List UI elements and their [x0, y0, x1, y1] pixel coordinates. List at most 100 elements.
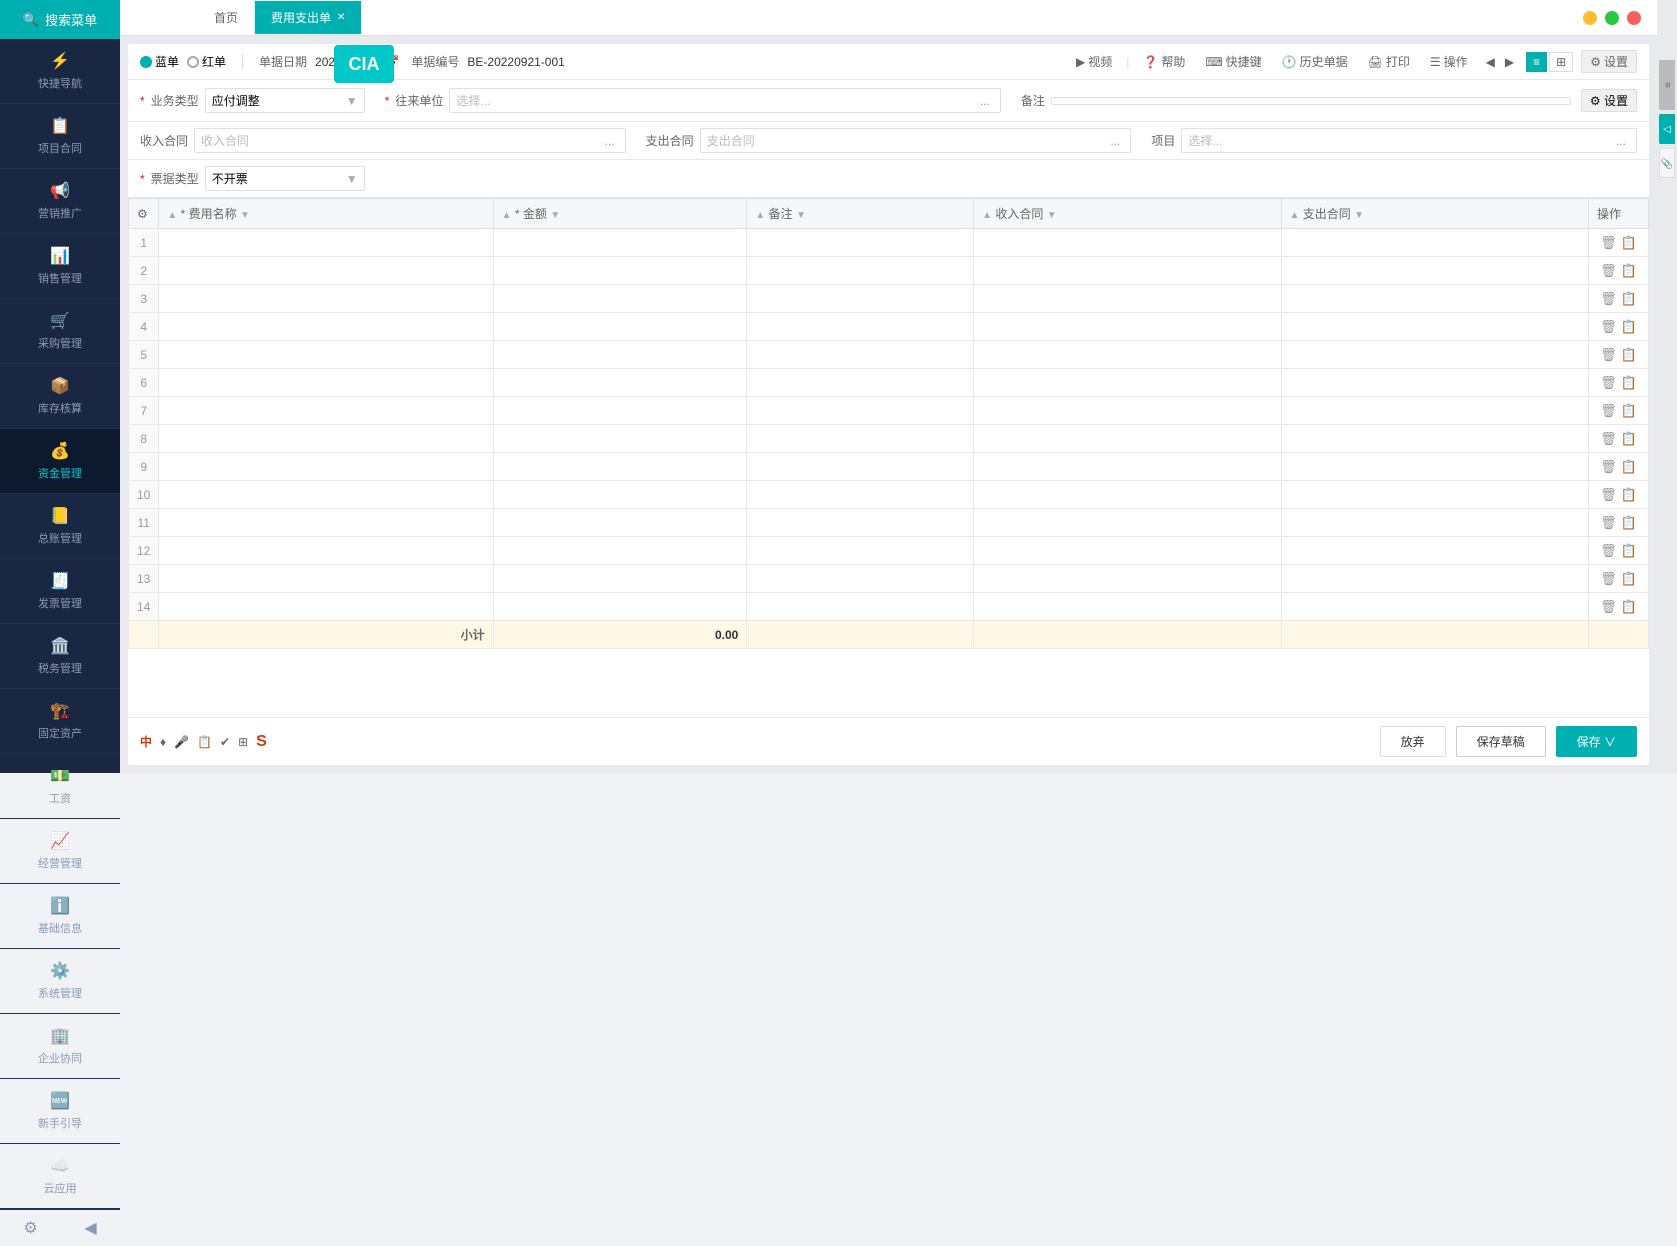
expense-name-cell[interactable] — [159, 593, 493, 621]
discard-button[interactable]: 放弃 — [1380, 726, 1446, 757]
expense-name-cell[interactable] — [159, 565, 493, 593]
copy-row-icon[interactable]: 📋 — [1621, 515, 1637, 531]
expense-name-cell[interactable] — [159, 481, 493, 509]
tool-zhong[interactable]: 中 — [140, 733, 152, 750]
expense-contract-cell[interactable] — [1281, 397, 1588, 425]
income-contract-cell[interactable] — [974, 593, 1281, 621]
amount-cell[interactable] — [493, 537, 747, 565]
sort-down-icon3[interactable]: ▼ — [796, 210, 806, 221]
copy-row-icon[interactable]: 📋 — [1621, 235, 1637, 251]
sidebar-item-procurement[interactable]: 🛒 采购管理 — [0, 299, 120, 364]
amount-cell[interactable] — [493, 341, 747, 369]
expense-contract-cell[interactable] — [1281, 593, 1588, 621]
expense-contract-cell[interactable] — [1281, 285, 1588, 313]
amount-cell[interactable] — [493, 481, 747, 509]
copy-row-icon[interactable]: 📋 — [1621, 543, 1637, 559]
sort-up-icon4[interactable]: ▲ — [982, 210, 992, 221]
close-button[interactable] — [1627, 11, 1641, 25]
maximize-button[interactable] — [1605, 11, 1619, 25]
sort-up-icon[interactable]: ▲ — [167, 210, 177, 221]
sort-down-icon2[interactable]: ▼ — [550, 210, 560, 221]
expense-name-cell[interactable] — [159, 537, 493, 565]
copy-row-icon[interactable]: 📋 — [1621, 459, 1637, 475]
amount-cell[interactable] — [493, 229, 747, 257]
operations-action[interactable]: ☰ 操作 — [1424, 51, 1474, 72]
remark-cell[interactable] — [747, 537, 974, 565]
right-panel-tab2[interactable]: ◁ — [1659, 114, 1675, 144]
income-contract-cell[interactable] — [974, 537, 1281, 565]
delete-icon[interactable]: 🗑 — [1600, 599, 1617, 615]
sidebar-item-new-guide[interactable]: 🆕 新手引导 — [0, 1079, 120, 1144]
expense-contract-cell[interactable] — [1281, 481, 1588, 509]
project-ellipsis[interactable]: ... — [1612, 134, 1630, 148]
amount-cell[interactable] — [493, 369, 747, 397]
tool-copy[interactable]: 📋 — [197, 735, 212, 749]
income-contract-cell[interactable] — [974, 369, 1281, 397]
tab-home[interactable]: 首页 — [198, 1, 255, 34]
business-type-select[interactable]: 应付调整 ▼ — [205, 88, 365, 113]
help-action[interactable]: ❓ 帮助 — [1137, 51, 1191, 72]
tool-mic[interactable]: 🎤 — [174, 735, 189, 749]
copy-row-icon[interactable]: 📋 — [1621, 263, 1637, 279]
amount-cell[interactable] — [493, 453, 747, 481]
partner-ellipsis[interactable]: ... — [976, 94, 994, 108]
shortcuts-action[interactable]: ⌨ 快捷键 — [1199, 51, 1267, 72]
expense-name-cell[interactable] — [159, 397, 493, 425]
remark-cell[interactable] — [747, 341, 974, 369]
remark-cell[interactable] — [747, 453, 974, 481]
expense-ellipsis[interactable]: ... — [1106, 134, 1124, 148]
expense-name-cell[interactable] — [159, 453, 493, 481]
expense-contract-cell[interactable] — [1281, 565, 1588, 593]
expense-contract-cell[interactable] — [1281, 509, 1588, 537]
delete-icon[interactable]: 🗑 — [1600, 375, 1617, 391]
copy-row-icon[interactable]: 📋 — [1621, 599, 1637, 615]
delete-icon[interactable]: 🗑 — [1600, 403, 1617, 419]
remark-cell[interactable] — [747, 397, 974, 425]
expense-contract-input[interactable]: 支出合同 ... — [700, 128, 1132, 153]
delete-icon[interactable]: 🗑 — [1600, 543, 1617, 559]
delete-icon[interactable]: 🗑 — [1600, 263, 1617, 279]
sidebar-item-project-contract[interactable]: 📋 项目合同 — [0, 104, 120, 169]
income-contract-cell[interactable] — [974, 285, 1281, 313]
sort-down-icon5[interactable]: ▼ — [1354, 210, 1364, 221]
income-contract-cell[interactable] — [974, 565, 1281, 593]
radio-blue-label[interactable]: 蓝单 — [140, 53, 179, 70]
history-action[interactable]: 🕐 历史单据 — [1276, 51, 1354, 72]
income-contract-cell[interactable] — [974, 341, 1281, 369]
income-contract-cell[interactable] — [974, 509, 1281, 537]
expense-name-cell[interactable] — [159, 257, 493, 285]
delete-icon[interactable]: 🗑 — [1600, 487, 1617, 503]
remark-cell[interactable] — [747, 285, 974, 313]
expense-name-cell[interactable] — [159, 369, 493, 397]
expense-contract-cell[interactable] — [1281, 425, 1588, 453]
remark-cell[interactable] — [747, 369, 974, 397]
amount-cell[interactable] — [493, 425, 747, 453]
nav-next-icon[interactable]: ▶ — [1501, 53, 1518, 71]
copy-row-icon[interactable]: 📋 — [1621, 403, 1637, 419]
copy-row-icon[interactable]: 📋 — [1621, 487, 1637, 503]
sidebar-item-cloud[interactable]: ☁️ 云应用 — [0, 1144, 120, 1209]
expense-name-cell[interactable] — [159, 313, 493, 341]
income-contract-cell[interactable] — [974, 257, 1281, 285]
sidebar-item-tax[interactable]: 🏛️ 税务管理 — [0, 624, 120, 689]
remark-settings[interactable]: ⚙ 设置 — [1581, 89, 1637, 112]
expense-contract-cell[interactable] — [1281, 313, 1588, 341]
income-contract-cell[interactable] — [974, 397, 1281, 425]
income-contract-cell[interactable] — [974, 453, 1281, 481]
income-contract-cell[interactable] — [974, 313, 1281, 341]
delete-icon[interactable]: 🗑 — [1600, 235, 1617, 251]
delete-icon[interactable]: 🗑 — [1600, 319, 1617, 335]
expense-contract-cell[interactable] — [1281, 341, 1588, 369]
project-input[interactable]: 选择... ... — [1181, 128, 1637, 153]
sidebar-item-inventory[interactable]: 📦 库存核算 — [0, 364, 120, 429]
expense-name-cell[interactable] — [159, 229, 493, 257]
settings-bottom-icon[interactable]: ⚙ — [23, 1218, 37, 1238]
sidebar-search[interactable]: 🔍 搜索菜单 — [0, 0, 120, 39]
col-settings[interactable]: ⚙ — [129, 199, 159, 229]
minimize-button[interactable] — [1583, 11, 1597, 25]
print-action[interactable]: 🖨 打印 — [1362, 51, 1416, 72]
remark-cell[interactable] — [747, 565, 974, 593]
delete-icon[interactable]: 🗑 — [1600, 459, 1617, 475]
sidebar-item-sales[interactable]: 📊 销售管理 — [0, 234, 120, 299]
amount-cell[interactable] — [493, 593, 747, 621]
